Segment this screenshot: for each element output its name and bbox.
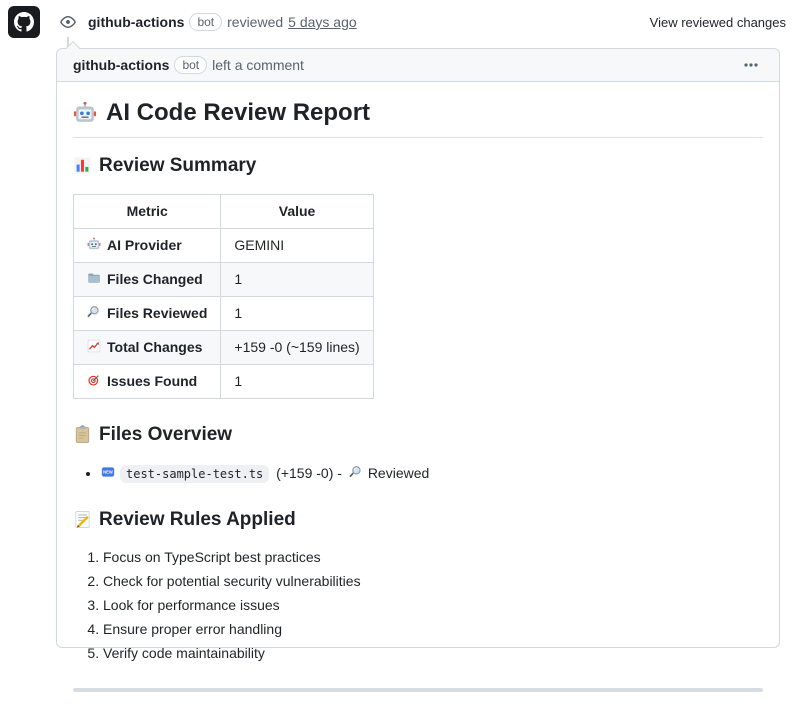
list-item: Check for potential security vulnerabili… (103, 571, 763, 592)
svg-text:NEW: NEW (103, 470, 113, 475)
file-review-status: Reviewed (367, 464, 430, 481)
metric-label: Files Changed (107, 270, 203, 287)
timestamp-link[interactable]: 5 days ago (288, 14, 357, 30)
list-item: Verify code maintainability (103, 643, 763, 664)
clipboard-icon (75, 425, 90, 443)
metric-value: 1 (220, 295, 374, 331)
bar-chart-icon (74, 157, 91, 174)
timeline-action-text: reviewed (227, 14, 284, 30)
magnifier-icon (87, 306, 99, 318)
robot-icon (87, 237, 101, 250)
summary-heading-text: Review Summary (99, 155, 257, 176)
markdown-horizontal-rule (73, 688, 763, 693)
view-reviewed-changes-toggle[interactable]: View reviewed changes (650, 15, 786, 30)
pr-review-timeline-page: { "timeline": { "author": "github-action… (0, 0, 800, 693)
robot-icon (73, 101, 97, 122)
memo-icon (75, 510, 90, 528)
metric-value: GEMINI (220, 227, 374, 263)
list-item: NEW test-sample-test.ts (+159 -0) - Revi… (101, 463, 763, 484)
rules-heading-text: Review Rules Applied (99, 508, 296, 530)
value-column-header: Value (220, 193, 374, 229)
report-title: AI Code Review Report (73, 98, 763, 138)
kebab-horizontal-icon (744, 63, 758, 67)
avatar[interactable] (8, 6, 40, 38)
files-overview-heading: Files Overview (73, 423, 763, 447)
review-comment-card: github-actions bot left a comment AI Cod… (56, 40, 780, 693)
report-title-text: AI Code Review Report (106, 99, 371, 126)
summary-heading: Review Summary (73, 154, 763, 178)
metric-label: Issues Found (107, 372, 198, 389)
chart-increasing-icon (87, 340, 101, 353)
target-icon (88, 374, 100, 387)
list-item: Look for performance issues (103, 595, 763, 616)
table-header-row: Metric Value (72, 193, 374, 229)
new-button-icon: NEW (101, 467, 115, 477)
metric-label: Files Reviewed (107, 304, 208, 321)
table-row: Issues Found 1 (72, 363, 374, 399)
review-summary-table: Metric Value AI Provider GEMINI Files Ch… (72, 193, 374, 399)
metric-label: AI Provider (107, 236, 182, 253)
file-change-stats: (+159 -0) - (276, 464, 342, 481)
review-event-row: github-actions bot reviewed 5 days ago V… (8, 5, 786, 39)
folder-icon (88, 273, 100, 284)
metric-label: Total Changes (107, 338, 203, 355)
table-row: Files Reviewed 1 (72, 295, 374, 331)
timeline-author-link[interactable]: github-actions (88, 14, 184, 30)
file-name-code: test-sample-test.ts (120, 464, 270, 483)
comment-body: AI Code Review Report Review Summary Met… (57, 82, 779, 724)
bot-badge: bot (174, 56, 208, 74)
bot-badge: bot (189, 13, 223, 31)
files-overview-heading-text: Files Overview (99, 423, 233, 445)
rules-heading: Review Rules Applied (73, 508, 763, 532)
files-list: NEW test-sample-test.ts (+159 -0) - Revi… (73, 463, 763, 484)
metric-value: +159 -0 (~159 lines) (220, 329, 374, 365)
github-octocat-icon (14, 12, 34, 32)
table-row: AI Provider GEMINI (72, 227, 374, 263)
comment-header: github-actions bot left a comment (57, 49, 779, 82)
metric-column-header: Metric (72, 193, 222, 229)
magnifier-icon (349, 466, 361, 478)
rules-list: Focus on TypeScript best practices Check… (73, 547, 763, 664)
list-item: Ensure proper error handling (103, 619, 763, 640)
list-item: Focus on TypeScript best practices (103, 547, 763, 568)
metric-value: 1 (220, 363, 374, 399)
comment-action-text: left a comment (212, 57, 304, 73)
comment-options-button[interactable] (739, 55, 763, 75)
comment-author-link[interactable]: github-actions (73, 57, 169, 73)
table-row: Files Changed 1 (72, 261, 374, 297)
table-row: Total Changes +159 -0 (~159 lines) (72, 329, 374, 365)
metric-value: 1 (220, 261, 374, 297)
eye-icon (60, 14, 76, 30)
